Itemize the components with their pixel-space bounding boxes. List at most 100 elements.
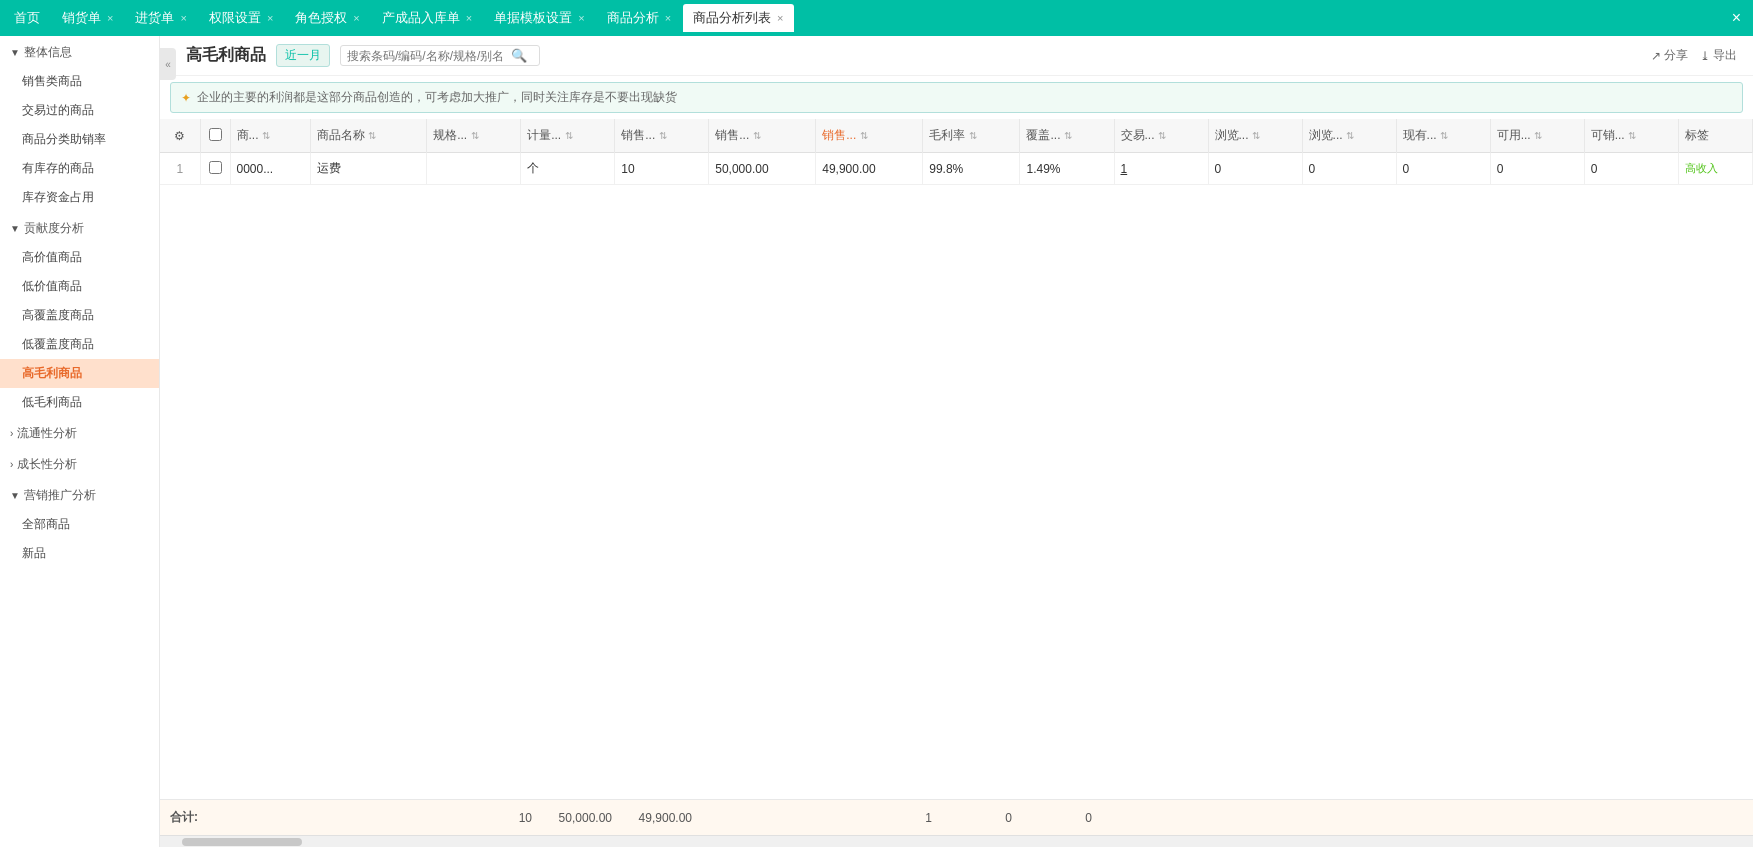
scrollbar-thumb[interactable] — [182, 838, 302, 846]
nav-tab-analysis[interactable]: 商品分析 × — [597, 4, 681, 32]
sidebar-item-low-value[interactable]: 低价值商品 — [0, 272, 159, 301]
search-input[interactable] — [347, 49, 507, 63]
cell-browse2: 0 — [1302, 153, 1396, 185]
sort-transaction[interactable]: ⇅ — [1158, 130, 1166, 141]
cell-name[interactable]: 运费 — [310, 153, 427, 185]
cell-tag: 高收入 — [1678, 153, 1752, 185]
nav-tab-purchase[interactable]: 进货单 × — [125, 4, 196, 32]
col-sales1[interactable]: 销售... ⇅ — [615, 119, 709, 153]
row-checkbox[interactable] — [209, 161, 222, 174]
close-role-tab[interactable]: × — [353, 12, 359, 24]
col-sales2[interactable]: 销售... ⇅ — [709, 119, 816, 153]
cell-sales1: 10 — [615, 153, 709, 185]
sort-saleable[interactable]: ⇅ — [1628, 130, 1636, 141]
sidebar-item-low-margin[interactable]: 低毛利商品 — [0, 388, 159, 417]
col-browse1[interactable]: 浏览... ⇅ — [1208, 119, 1302, 153]
filter-recent-month-button[interactable]: 近一月 — [276, 44, 330, 67]
table-row: 1 0000... 运费 个 10 50,000.00 49,900.00 99… — [160, 153, 1753, 185]
total-label: 合计: — [170, 809, 218, 826]
close-sales-tab[interactable]: × — [107, 12, 113, 24]
sort-sales3[interactable]: ⇅ — [860, 130, 868, 141]
section-growth-label: 成长性分析 — [17, 456, 77, 473]
col-code[interactable]: 商... ⇅ — [230, 119, 310, 153]
sidebar-section-overall[interactable]: ▼ 整体信息 — [0, 36, 159, 67]
share-button[interactable]: ↗ 分享 — [1651, 47, 1688, 64]
nav-tab-home[interactable]: 首页 — [4, 4, 50, 32]
sidebar-item-in-stock[interactable]: 有库存的商品 — [0, 154, 159, 183]
sidebar-section-marketing[interactable]: ▼ 营销推广分析 — [0, 479, 159, 510]
info-banner-text: 企业的主要的利润都是这部分商品创造的，可考虑加大推广，同时关注库存是不要出现缺货 — [197, 89, 677, 106]
close-permission-tab[interactable]: × — [267, 12, 273, 24]
nav-tab-analysis-list[interactable]: 商品分析列表 × — [683, 4, 793, 32]
close-all-button[interactable]: × — [1724, 9, 1749, 27]
sort-unit[interactable]: ⇅ — [565, 130, 573, 141]
search-icon[interactable]: 🔍 — [511, 48, 527, 63]
sort-browse1[interactable]: ⇅ — [1252, 130, 1260, 141]
close-analysis-list-tab[interactable]: × — [777, 12, 783, 24]
close-analysis-tab[interactable]: × — [665, 12, 671, 24]
sort-gross-rate[interactable]: ⇅ — [969, 130, 977, 141]
sidebar-collapse-button[interactable]: « — [160, 48, 176, 80]
col-browse2[interactable]: 浏览... ⇅ — [1302, 119, 1396, 153]
total-sales1: 10 — [458, 811, 538, 825]
section-marketing-arrow: ▼ — [10, 490, 20, 501]
sidebar-item-category-assist[interactable]: 商品分类助销率 — [0, 125, 159, 154]
sidebar-item-traded-goods[interactable]: 交易过的商品 — [0, 96, 159, 125]
col-tag: 标签 — [1678, 119, 1752, 153]
col-transaction[interactable]: 交易... ⇅ — [1114, 119, 1208, 153]
sidebar-item-high-coverage[interactable]: 高覆盖度商品 — [0, 301, 159, 330]
sort-code[interactable]: ⇅ — [262, 130, 270, 141]
horizontal-scrollbar[interactable] — [160, 835, 1753, 847]
close-product-entry-tab[interactable]: × — [466, 12, 472, 24]
nav-tab-sales[interactable]: 销货单 × — [52, 4, 123, 32]
sidebar-item-stock-capital[interactable]: 库存资金占用 — [0, 183, 159, 212]
nav-tab-permission[interactable]: 权限设置 × — [199, 4, 283, 32]
col-checkbox — [200, 119, 230, 153]
col-settings[interactable]: ⚙ — [160, 119, 200, 153]
sidebar-item-new-goods[interactable]: 新品 — [0, 539, 159, 568]
sidebar-section-liquidity[interactable]: › 流通性分析 — [0, 417, 159, 448]
sort-coverage[interactable]: ⇅ — [1064, 130, 1072, 141]
sort-available[interactable]: ⇅ — [1534, 130, 1542, 141]
sort-name[interactable]: ⇅ — [368, 130, 376, 141]
select-all-checkbox[interactable] — [209, 128, 222, 141]
col-current[interactable]: 现有... ⇅ — [1396, 119, 1490, 153]
nav-tab-template[interactable]: 单据模板设置 × — [484, 4, 594, 32]
nav-tab-role[interactable]: 角色授权 × — [285, 4, 369, 32]
col-unit[interactable]: 计量... ⇅ — [521, 119, 615, 153]
col-available[interactable]: 可用... ⇅ — [1490, 119, 1584, 153]
sort-sales1[interactable]: ⇅ — [659, 130, 667, 141]
content-header: 高毛利商品 近一月 🔍 ↗ 分享 ⤓ 导出 — [160, 36, 1753, 76]
sidebar-section-contribution[interactable]: ▼ 贡献度分析 — [0, 212, 159, 243]
total-sales3: 49,900.00 — [618, 811, 698, 825]
transaction-link[interactable]: 1 — [1121, 162, 1128, 176]
close-template-tab[interactable]: × — [578, 12, 584, 24]
col-sales3[interactable]: 销售... ⇅ — [816, 119, 923, 153]
total-sales2: 50,000.00 — [538, 811, 618, 825]
close-purchase-tab[interactable]: × — [180, 12, 186, 24]
sidebar-item-high-margin[interactable]: 高毛利商品 — [0, 359, 159, 388]
total-gross-spacer — [698, 811, 778, 825]
sort-browse2[interactable]: ⇅ — [1346, 130, 1354, 141]
cell-code[interactable]: 0000... — [230, 153, 310, 185]
sort-spec[interactable]: ⇅ — [471, 130, 479, 141]
sidebar-section-growth[interactable]: › 成长性分析 — [0, 448, 159, 479]
col-gross-rate[interactable]: 毛利率 ⇅ — [923, 119, 1020, 153]
col-coverage[interactable]: 覆盖... ⇅ — [1020, 119, 1114, 153]
footer-total: 合计: 10 50,000.00 49,900.00 1 0 0 — [160, 799, 1753, 835]
sort-sales2[interactable]: ⇅ — [753, 130, 761, 141]
col-saleable[interactable]: 可销... ⇅ — [1584, 119, 1678, 153]
sidebar-item-sales-goods[interactable]: 销售类商品 — [0, 67, 159, 96]
main-layout: ▼ 整体信息 销售类商品 交易过的商品 商品分类助销率 有库存的商品 库存资金占… — [0, 36, 1753, 847]
sort-current[interactable]: ⇅ — [1440, 130, 1448, 141]
sidebar-item-all-goods[interactable]: 全部商品 — [0, 510, 159, 539]
export-button[interactable]: ⤓ 导出 — [1700, 47, 1737, 64]
search-box: 🔍 — [340, 45, 540, 66]
goods-table: ⚙ 商... ⇅ 商品名称 ⇅ 规格... ⇅ 计量... ⇅ 销售... ⇅ … — [160, 119, 1753, 185]
sidebar-item-high-value[interactable]: 高价值商品 — [0, 243, 159, 272]
section-marketing-label: 营销推广分析 — [24, 487, 96, 504]
col-name[interactable]: 商品名称 ⇅ — [310, 119, 427, 153]
nav-tab-product-entry[interactable]: 产成品入库单 × — [372, 4, 482, 32]
sidebar-item-low-coverage[interactable]: 低覆盖度商品 — [0, 330, 159, 359]
col-spec[interactable]: 规格... ⇅ — [427, 119, 521, 153]
